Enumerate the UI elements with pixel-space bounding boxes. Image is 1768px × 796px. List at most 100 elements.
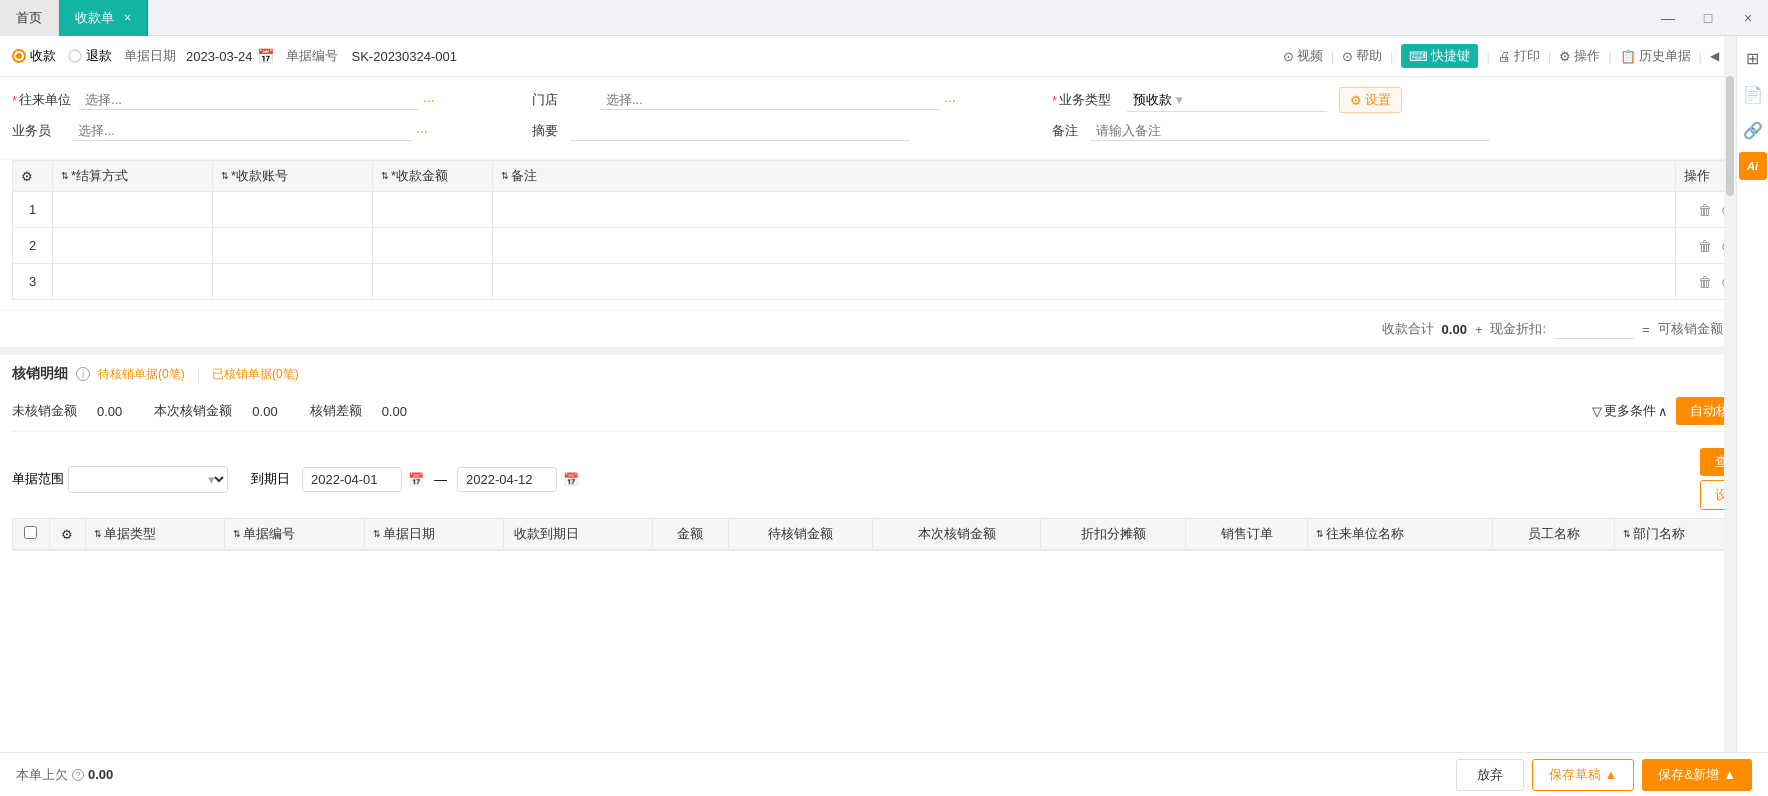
store-more-icon[interactable]: ···	[944, 92, 956, 108]
sidebar-table-icon[interactable]: ⊞	[1739, 44, 1767, 72]
row-2-remark[interactable]	[493, 228, 1676, 264]
due-date-start[interactable]	[302, 467, 402, 492]
radio-receipt[interactable]: 收款	[12, 47, 56, 65]
row-2-account[interactable]	[213, 228, 373, 264]
print-icon: 🖨	[1498, 49, 1511, 64]
row-1-account[interactable]	[213, 192, 373, 228]
store-label: 门店	[532, 91, 592, 109]
maximize-button[interactable]: □	[1688, 0, 1728, 36]
row-2-settle[interactable]	[53, 228, 213, 264]
sort-remark-icon[interactable]: ⇅	[501, 171, 509, 181]
scrollbar-area[interactable]	[1724, 36, 1736, 752]
row-3-amount[interactable]	[373, 264, 493, 300]
row-1-settle[interactable]	[53, 192, 213, 228]
calendar-start-icon[interactable]: 📅	[408, 472, 424, 487]
sort-dept-icon[interactable]: ⇅	[1623, 529, 1631, 539]
doc-range-select[interactable]	[68, 466, 228, 493]
table-row: 1 🗑 ⊕	[13, 192, 1756, 228]
save-draft-label: 保存草稿	[1549, 766, 1601, 784]
row-1-amount[interactable]	[373, 192, 493, 228]
save-draft-button[interactable]: 保存草稿 ▲	[1532, 759, 1635, 791]
receipts-table: ⚙ ⇅ *结算方式 ⇅ *收款账号	[12, 160, 1756, 300]
operation-link[interactable]: ⚙ 操作	[1559, 47, 1600, 65]
business-type-select[interactable]: 预收款 ▾	[1127, 89, 1327, 112]
summary-field: 摘要	[532, 121, 1012, 141]
history-label: 历史单据	[1639, 47, 1691, 65]
tab-receipts[interactable]: 收款单 ×	[59, 0, 148, 36]
due-date-end[interactable]	[457, 467, 557, 492]
verify-summary: 未核销金额 0.00 本次核销金额 0.00 核销差额 0.00 ▽ 更多条件 …	[12, 391, 1756, 432]
discount-input[interactable]	[1554, 319, 1634, 339]
prev-btn[interactable]: ◀	[1710, 49, 1719, 63]
th-remark: ⇅ 备注	[493, 161, 1676, 192]
shortcut-icon: ⌨	[1409, 49, 1428, 64]
history-link[interactable]: 📋 历史单据	[1620, 47, 1691, 65]
th-discount-spread: 折扣分摊额	[1041, 519, 1186, 550]
verify-info-icon[interactable]: i	[76, 367, 90, 381]
th-dept-label: 部门名称	[1633, 525, 1685, 543]
calendar-icon[interactable]: 📅	[257, 48, 274, 64]
sort-doc-no-icon[interactable]: ⇅	[233, 529, 241, 539]
th-amount-label: *收款金额	[391, 167, 448, 185]
row-1-delete-icon[interactable]: 🗑	[1698, 202, 1712, 218]
sort-partner-icon[interactable]: ⇅	[1316, 529, 1324, 539]
bottom-info: 本单上欠 ? 0.00	[16, 766, 113, 784]
salesman-input[interactable]	[72, 121, 412, 141]
th-pending-amount-label: 待核销金额	[768, 526, 833, 541]
print-label: 打印	[1514, 47, 1540, 65]
radio-refund[interactable]: 退款	[68, 47, 112, 65]
th-settle-method: ⇅ *结算方式	[53, 161, 213, 192]
sidebar-doc-icon[interactable]: 📄	[1739, 80, 1767, 108]
shortcut-link[interactable]: ⌨ 快捷键	[1401, 44, 1478, 68]
tab-home-label: 首页	[16, 9, 42, 27]
summary-input[interactable]	[570, 121, 910, 141]
sidebar-ai-icon[interactable]: Ai	[1739, 152, 1767, 180]
more-conditions-link[interactable]: ▽ 更多条件 ∧	[1592, 402, 1668, 420]
row-2-amount[interactable]	[373, 228, 493, 264]
help-link[interactable]: ⊙ 帮助	[1342, 47, 1382, 65]
sort-account-icon[interactable]: ⇅	[221, 171, 229, 181]
bottom-info-icon[interactable]: ?	[72, 769, 84, 781]
settings-label: 设置	[1365, 91, 1391, 109]
print-link[interactable]: 🖨 打印	[1498, 47, 1540, 65]
th-gear[interactable]: ⚙	[13, 161, 53, 192]
save-new-button[interactable]: 保存&新增 ▲	[1642, 759, 1752, 791]
sort-doc-type-icon[interactable]: ⇅	[94, 529, 102, 539]
tab-home[interactable]: 首页	[0, 0, 59, 36]
pending-tab[interactable]: 待核销单据(0笔)	[98, 366, 185, 383]
th-doc-no: ⇅ 单据编号	[225, 519, 365, 550]
calendar-end-icon[interactable]: 📅	[563, 472, 579, 487]
sidebar-link-icon[interactable]: 🔗	[1739, 116, 1767, 144]
row-3-remark[interactable]	[493, 264, 1676, 300]
scrollbar-thumb[interactable]	[1726, 76, 1734, 196]
verify-gear-icon[interactable]: ⚙	[61, 527, 73, 542]
filter-icon: ▽	[1592, 404, 1602, 419]
toolbar: 收款 退款 单据日期 2023-03-24 📅 单据编号 SK-20230324…	[0, 36, 1768, 77]
video-label: 视频	[1297, 47, 1323, 65]
th-doc-no-label: 单据编号	[243, 525, 295, 543]
partner-more-icon[interactable]: ···	[423, 92, 435, 108]
row-3-settle[interactable]	[53, 264, 213, 300]
partner-input[interactable]	[79, 90, 419, 110]
form-settings-button[interactable]: ⚙ 设置	[1339, 87, 1402, 113]
remark-input[interactable]	[1090, 121, 1490, 141]
video-link[interactable]: ⊙ 视频	[1283, 47, 1323, 65]
table-gear-icon[interactable]: ⚙	[21, 169, 33, 184]
th-gear-verify[interactable]: ⚙	[49, 519, 85, 550]
row-3-delete-icon[interactable]: 🗑	[1698, 274, 1712, 290]
biz-required: *	[1052, 93, 1057, 108]
select-all-checkbox[interactable]	[24, 526, 37, 539]
discard-button[interactable]: 放弃	[1456, 759, 1524, 791]
minimize-button[interactable]: —	[1648, 0, 1688, 36]
row-3-account[interactable]	[213, 264, 373, 300]
tab-close-icon[interactable]: ×	[124, 11, 131, 25]
sort-up-icon[interactable]: ⇅	[61, 171, 69, 181]
row-1-remark[interactable]	[493, 192, 1676, 228]
close-button[interactable]: ×	[1728, 0, 1768, 36]
sort-amount-icon[interactable]: ⇅	[381, 171, 389, 181]
row-2-delete-icon[interactable]: 🗑	[1698, 238, 1712, 254]
store-input[interactable]	[600, 90, 940, 110]
salesman-more-icon[interactable]: ···	[416, 123, 428, 139]
sort-doc-date-icon[interactable]: ⇅	[373, 529, 381, 539]
done-tab[interactable]: 已核销单据(0笔)	[212, 366, 299, 383]
